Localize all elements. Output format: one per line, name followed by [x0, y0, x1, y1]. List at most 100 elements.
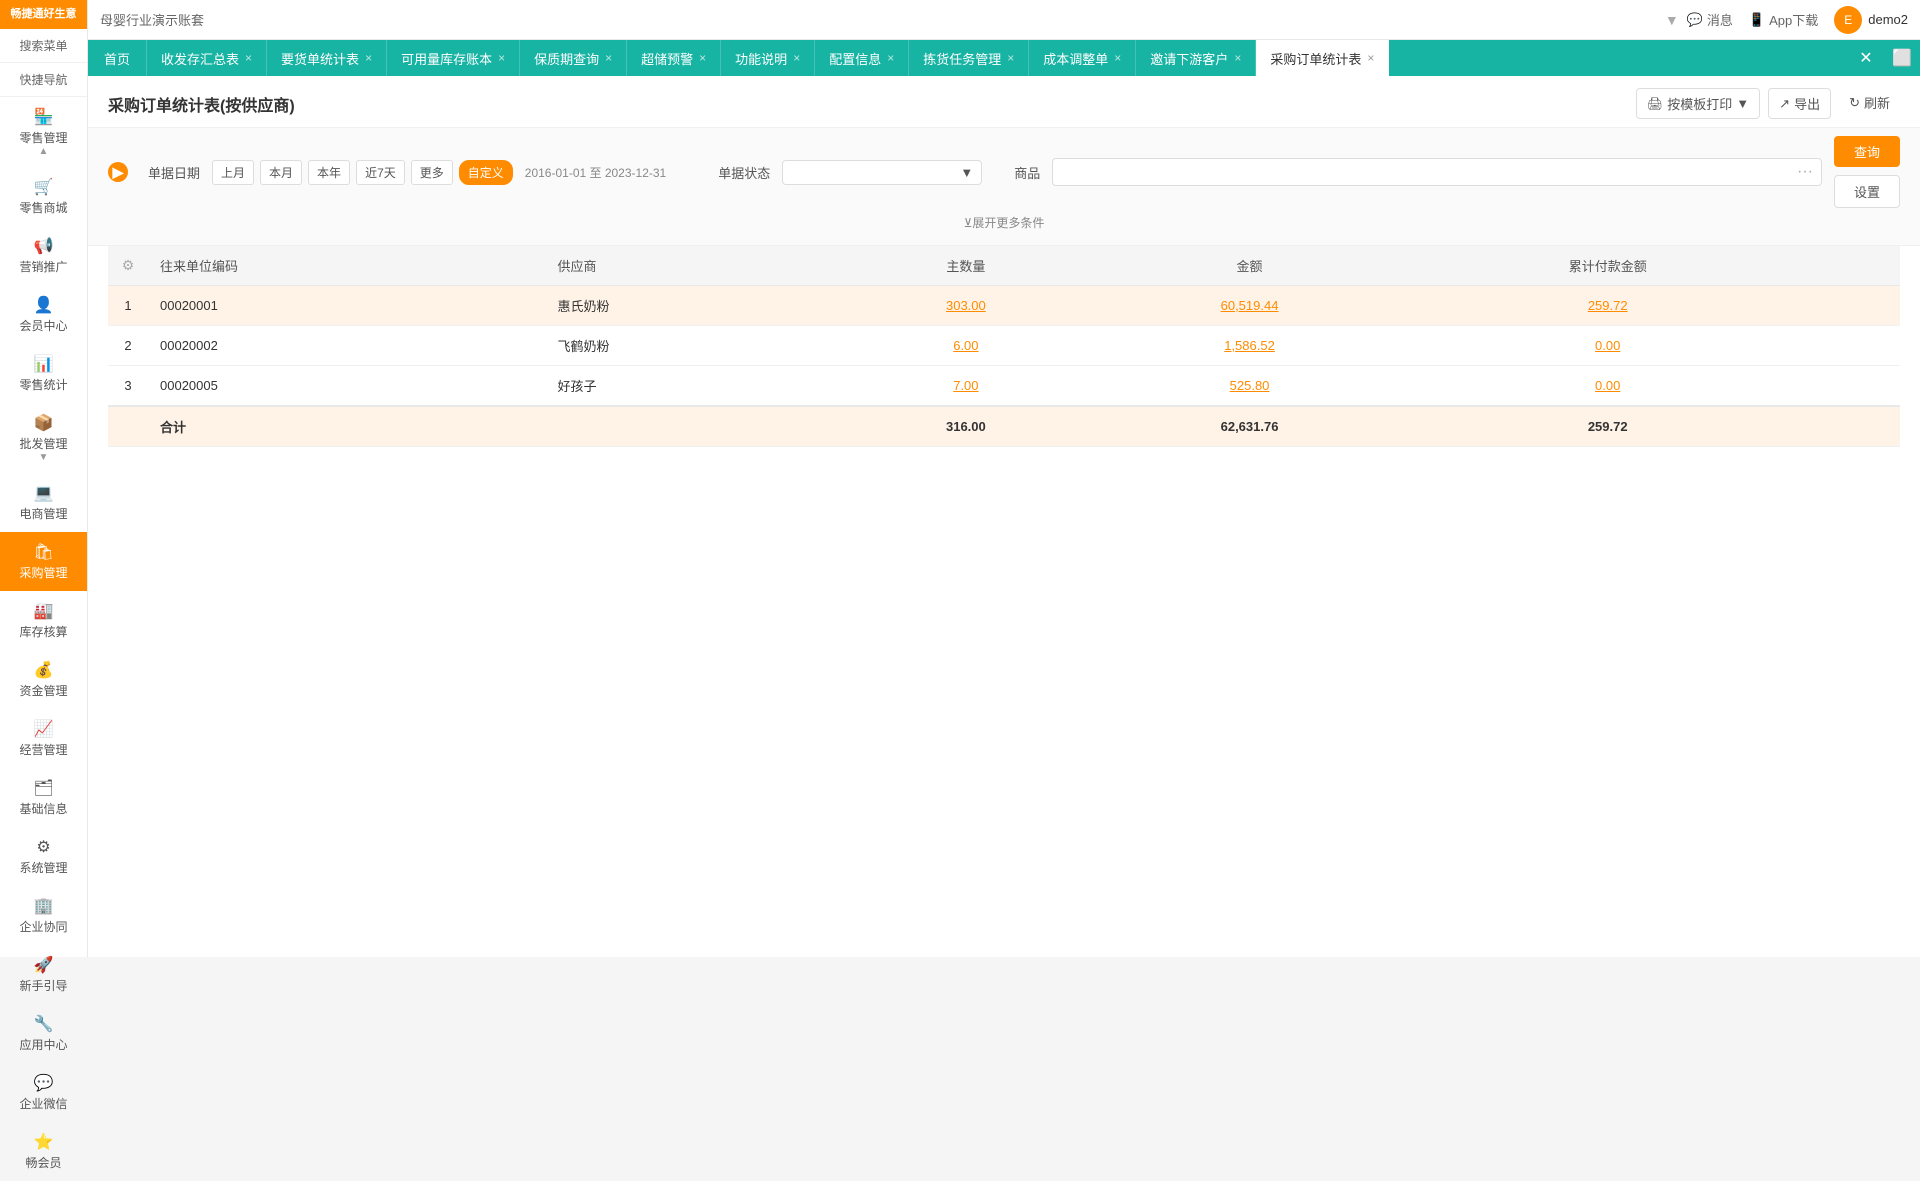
tab-order-stats[interactable]: 要货单统计表 ×	[267, 40, 387, 76]
status-select[interactable]: ▼	[782, 160, 982, 185]
sidebar-item-member[interactable]: 👤 会员中心	[0, 285, 87, 344]
sidebar-item-basic[interactable]: 🗂 基础信息	[0, 768, 87, 827]
date-btn-this-month[interactable]: 本月	[260, 160, 302, 185]
tab-close-icon[interactable]: ×	[1367, 51, 1374, 65]
row-amount[interactable]: 1,586.52	[1090, 326, 1409, 366]
sidebar-item-ops[interactable]: 📈 经营管理	[0, 709, 87, 768]
tab-close-icon[interactable]: ×	[1007, 51, 1014, 65]
settings-button[interactable]: 设置	[1834, 175, 1900, 208]
row-qty[interactable]: 303.00	[842, 286, 1090, 326]
ops-icon: 📈	[34, 719, 54, 739]
date-btn-last-month[interactable]: 上月	[212, 160, 254, 185]
filter-expand-btn[interactable]: ⊻ 展开更多条件	[108, 208, 1900, 237]
tab-cost-adjust[interactable]: 成本调整单 ×	[1029, 40, 1136, 76]
date-btn-more[interactable]: 更多	[411, 160, 453, 185]
qty-link[interactable]: 303.00	[946, 298, 986, 313]
date-btn-7days[interactable]: 近7天	[356, 160, 405, 185]
sidebar-item-retail-stats[interactable]: 📊 零售统计	[0, 344, 87, 403]
username: demo2	[1868, 12, 1908, 27]
sidebar-item-ecommerce[interactable]: 💻 电商管理	[0, 473, 87, 532]
sidebar-item-newguide[interactable]: 🚀 新手引导	[0, 945, 87, 1004]
header-actions: 🖨 按模板打印 ▼ ↗ 导出 ↻ 刷新	[1636, 88, 1900, 119]
page-content: 采购订单统计表(按供应商) 🖨 按模板打印 ▼ ↗ 导出 ↻ 刷新	[88, 76, 1920, 957]
tab-close-icon[interactable]: ×	[245, 51, 252, 65]
sidebar-item-inventory[interactable]: 🏭 库存核算	[0, 591, 87, 650]
paid-link[interactable]: 0.00	[1595, 338, 1620, 353]
topbar-app-download[interactable]: 📱 App下载	[1749, 10, 1818, 29]
sidebar-item-retail-mall[interactable]: 🛒 零售商城	[0, 167, 87, 226]
tab-close-all-btn[interactable]: ✕	[1848, 40, 1884, 76]
row-paid[interactable]: 259.72	[1409, 286, 1806, 326]
sidebar-item-purchase[interactable]: 🛍 采购管理	[0, 532, 87, 591]
filter-toggle-btn[interactable]: ▶	[108, 162, 128, 182]
goods-input[interactable]: ···	[1052, 158, 1822, 186]
dropdown-chevron-icon: ▼	[1736, 96, 1749, 111]
more-options-icon[interactable]: ···	[1797, 163, 1813, 181]
tab-config-info[interactable]: 配置信息 ×	[815, 40, 909, 76]
tab-purchase-order-stats[interactable]: 采购订单统计表 ×	[1256, 40, 1389, 76]
sidebar-item-enterprise[interactable]: 🏢 企业协同	[0, 886, 87, 945]
tab-close-icon[interactable]: ×	[605, 51, 612, 65]
amount-link[interactable]: 525.80	[1230, 378, 1270, 393]
tab-close-icon[interactable]: ×	[1114, 51, 1121, 65]
tab-expiry-query[interactable]: 保质期查询 ×	[520, 40, 627, 76]
tab-close-icon[interactable]: ×	[793, 51, 800, 65]
app-label: App下载	[1769, 10, 1818, 29]
column-settings-icon[interactable]: ⚙	[122, 257, 135, 273]
chevron-down-icon: ▼	[960, 165, 973, 180]
tab-receive-summary[interactable]: 收发存汇总表 ×	[147, 40, 267, 76]
purchase-icon: 🛍	[33, 542, 53, 562]
tab-close-icon[interactable]: ×	[1234, 51, 1241, 65]
date-btn-custom[interactable]: 自定义	[459, 160, 513, 185]
sidebar-item-finance[interactable]: 💰 资金管理	[0, 650, 87, 709]
row-qty[interactable]: 6.00	[842, 326, 1090, 366]
topbar: 母婴行业演示账套 ▼ 💬 消息 📱 App下载 E demo2	[88, 0, 1920, 40]
query-button[interactable]: 查询	[1834, 136, 1900, 167]
tab-close-icon[interactable]: ×	[498, 51, 505, 65]
tab-close-icon[interactable]: ×	[699, 51, 706, 65]
sidebar-label: 资金管理	[19, 682, 67, 699]
sidebar-label: 应用中心	[19, 1036, 67, 1053]
tab-home[interactable]: 首页	[88, 40, 147, 76]
sidebar-item-marketing[interactable]: 📢 营销推广	[0, 226, 87, 285]
sidebar-item-vip[interactable]: ⭐ 畅会员	[0, 1122, 87, 1181]
topbar-message[interactable]: 💬 消息	[1687, 10, 1733, 29]
topbar-dropdown-icon[interactable]: ▼	[1665, 12, 1679, 28]
row-code: 00020005	[148, 366, 545, 407]
sidebar-quick-nav[interactable]: 快捷导航	[0, 63, 87, 97]
refresh-button[interactable]: ↻ 刷新	[1839, 88, 1900, 117]
tab-close-icon[interactable]: ×	[365, 51, 372, 65]
tab-close-icon[interactable]: ×	[887, 51, 894, 65]
row-qty[interactable]: 7.00	[842, 366, 1090, 407]
sidebar-item-wholesale[interactable]: 📦 批发管理 ▼	[0, 403, 87, 473]
tab-overstock-warning[interactable]: 超储预警 ×	[627, 40, 721, 76]
sidebar-search[interactable]: 搜索菜单	[0, 29, 87, 63]
paid-link[interactable]: 259.72	[1588, 298, 1628, 313]
qty-link[interactable]: 7.00	[953, 378, 978, 393]
paid-link[interactable]: 0.00	[1595, 378, 1620, 393]
row-amount[interactable]: 525.80	[1090, 366, 1409, 407]
sidebar-item-wechat[interactable]: 💬 企业微信	[0, 1063, 87, 1122]
tab-function-desc[interactable]: 功能说明 ×	[721, 40, 815, 76]
qty-link[interactable]: 6.00	[953, 338, 978, 353]
row-amount[interactable]: 60,519.44	[1090, 286, 1409, 326]
tab-available-inventory[interactable]: 可用量库存账本 ×	[387, 40, 520, 76]
topbar-user[interactable]: E demo2	[1834, 6, 1908, 34]
tab-maximize-btn[interactable]: ⬜	[1884, 40, 1920, 76]
sidebar-item-appstore[interactable]: 🔧 应用中心	[0, 1004, 87, 1063]
row-paid[interactable]: 0.00	[1409, 326, 1806, 366]
sidebar-item-retail-mgmt[interactable]: 🏪 零售管理 ▲	[0, 97, 87, 167]
amount-link[interactable]: 60,519.44	[1221, 298, 1279, 313]
tab-invite-downstream[interactable]: 邀请下游客户 ×	[1136, 40, 1256, 76]
topbar-right: 💬 消息 📱 App下载 E demo2	[1687, 6, 1908, 34]
sidebar-item-system[interactable]: ⚙ 系统管理	[0, 827, 87, 886]
amount-link[interactable]: 1,586.52	[1224, 338, 1275, 353]
row-supplier: 好孩子	[545, 366, 841, 407]
template-print-button[interactable]: 🖨 按模板打印 ▼	[1636, 88, 1760, 119]
date-btn-this-year[interactable]: 本年	[308, 160, 350, 185]
col-code-header: 往来单位编码	[148, 246, 545, 286]
print-icon: 🖨	[1647, 96, 1664, 112]
export-button[interactable]: ↗ 导出	[1768, 88, 1831, 119]
tab-pick-task[interactable]: 拣货任务管理 ×	[909, 40, 1029, 76]
row-paid[interactable]: 0.00	[1409, 366, 1806, 407]
